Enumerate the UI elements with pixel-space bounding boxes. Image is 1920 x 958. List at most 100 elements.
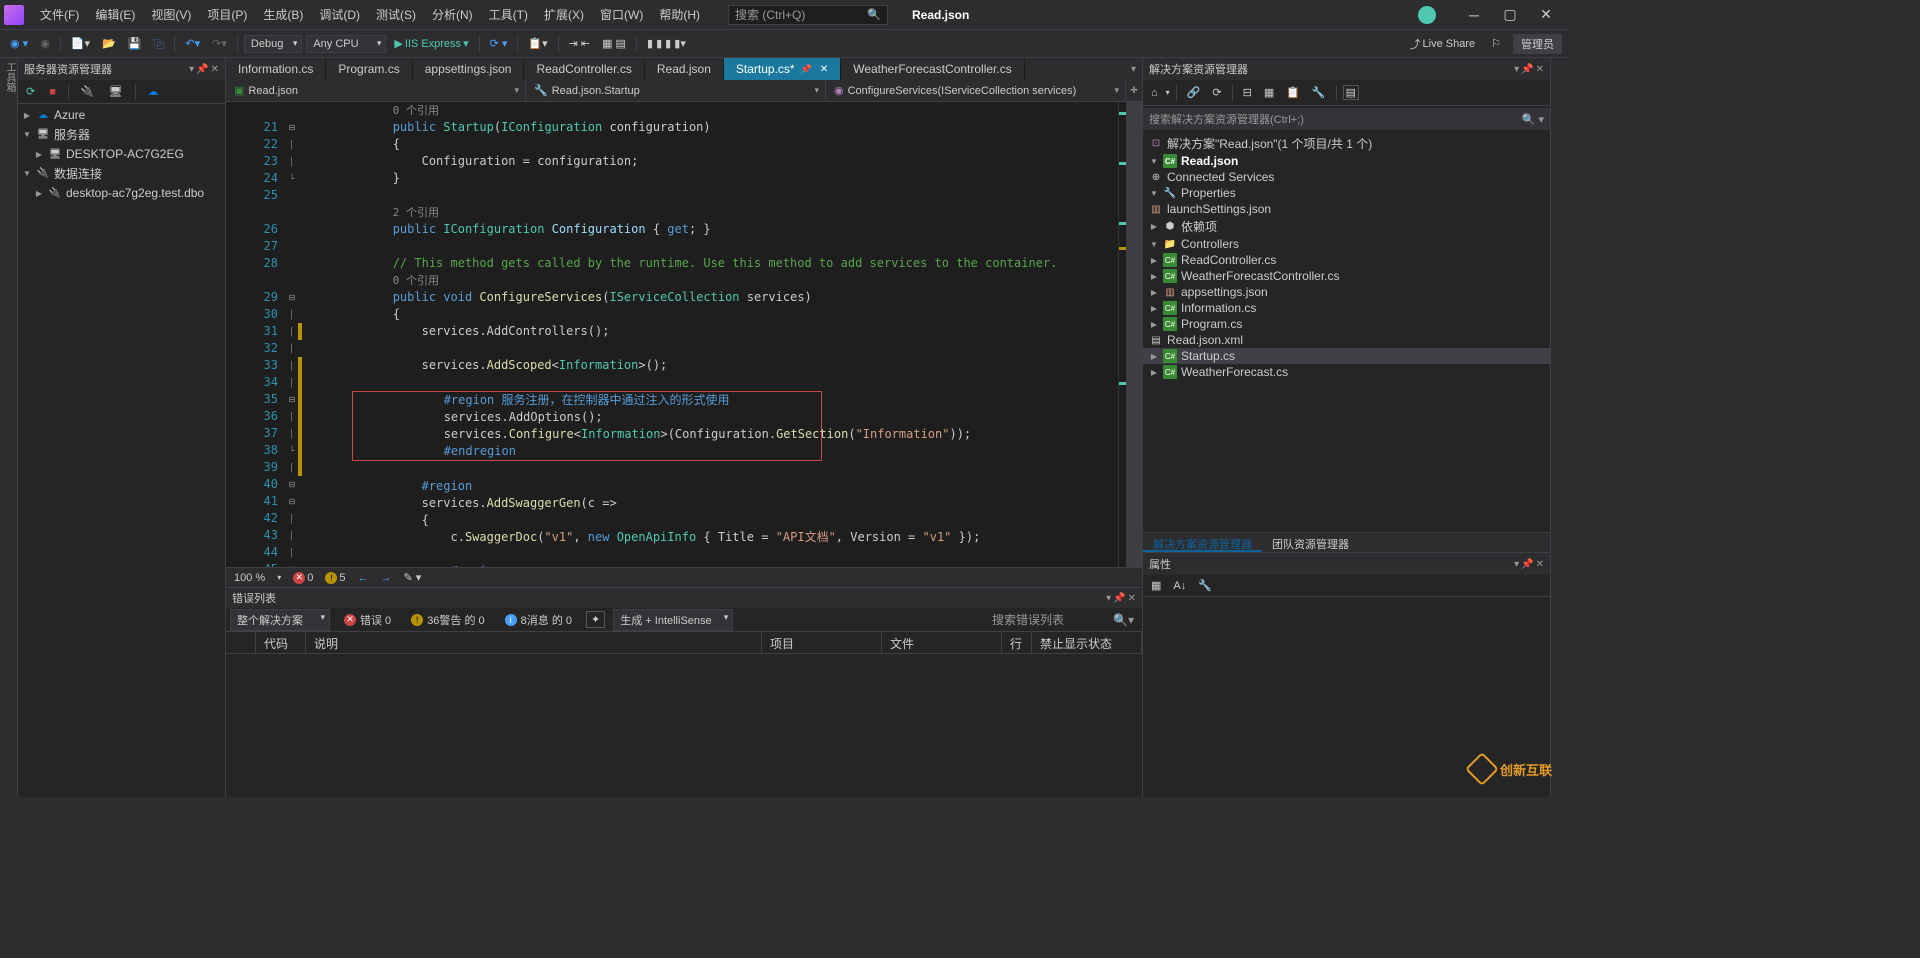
menu-tools[interactable]: 工具(T) (481, 2, 536, 27)
preview-icon[interactable]: ▤ (1343, 85, 1359, 100)
stop-icon[interactable]: ■ (45, 84, 60, 100)
db-connection-item[interactable]: ▶🔌desktop-ac7g2eg.test.dbo (18, 184, 225, 202)
menu-edit[interactable]: 编辑(E) (87, 2, 143, 27)
menu-help[interactable]: 帮助(H) (651, 2, 708, 27)
dropdown-icon[interactable]: ▾ (1514, 64, 1519, 75)
open-button[interactable]: 📂 (98, 35, 120, 52)
pin-icon[interactable]: 📌 (196, 64, 208, 75)
error-search-input[interactable]: 搜索错误列表🔍▾ (988, 611, 1138, 628)
menu-debug[interactable]: 调试(D) (311, 2, 368, 27)
readcontroller-item[interactable]: ▶C#ReadController.cs (1143, 252, 1550, 268)
appsettings-item[interactable]: ▶▥appsettings.json (1143, 284, 1550, 300)
servers-node[interactable]: ▼🖥服务器 (18, 124, 225, 145)
indent-buttons[interactable]: ⇥ ⇤ (565, 35, 595, 52)
dropdown-icon[interactable]: ▾ (1106, 593, 1111, 604)
redo-button[interactable]: ↷▾ (208, 35, 231, 52)
build-mode-dropdown[interactable]: 生成 + IntelliSense (613, 609, 733, 631)
tab-information[interactable]: Information.cs (226, 58, 326, 80)
bookmark-buttons[interactable]: ▮ ▮ ▮ ▮▾ (643, 35, 690, 52)
next-issue-icon[interactable]: → (380, 572, 391, 584)
errors-filter[interactable]: ✕错误 0 (338, 610, 397, 630)
prev-issue-icon[interactable]: ← (357, 572, 368, 584)
dropdown-icon[interactable]: ▾ (1514, 559, 1519, 570)
props-wrench-icon[interactable]: 🔧 (1194, 577, 1216, 594)
close-button[interactable]: ✕ (1536, 5, 1556, 25)
tab-appsettings[interactable]: appsettings.json (413, 58, 525, 80)
maximize-button[interactable]: ▢ (1500, 5, 1520, 25)
project-node[interactable]: ▼C#Read.json (1143, 153, 1550, 169)
col-suppress[interactable]: 禁止显示状态 (1032, 632, 1142, 653)
tool-icon-1[interactable]: 📋▾ (524, 35, 551, 52)
code-editor[interactable]: 2122232425 262728 293031323334 35363738 … (226, 102, 1142, 567)
save-all-button[interactable]: ⿻ (149, 34, 168, 54)
connected-services-node[interactable]: ⊕Connected Services (1143, 169, 1550, 185)
right-rail[interactable] (1550, 58, 1568, 797)
pin-tab-icon[interactable]: 📌 (801, 64, 812, 75)
feedback-icon[interactable]: ⚐ (1487, 35, 1505, 52)
menu-file[interactable]: 文件(F) (32, 2, 87, 27)
user-avatar-icon[interactable] (1418, 6, 1436, 24)
project-dropdown[interactable]: ▣Read.json (226, 80, 526, 101)
col-project[interactable]: 项目 (762, 632, 882, 653)
tab-overflow-icon[interactable]: ▾ (1131, 64, 1136, 75)
menu-extensions[interactable]: 扩展(X) (536, 2, 592, 27)
tab-readjson[interactable]: Read.json (645, 58, 724, 80)
solution-search-input[interactable]: 搜索解决方案资源管理器(Ctrl+;) 🔍 ▾ (1143, 108, 1550, 130)
menu-window[interactable]: 窗口(W) (592, 2, 651, 27)
properties-node[interactable]: ▼🔧Properties (1143, 185, 1550, 201)
close-icon[interactable]: ✕ (1536, 64, 1544, 75)
startup-item[interactable]: ▶C#Startup.cs (1143, 348, 1550, 364)
global-search-input[interactable]: 搜索 (Ctrl+Q) 🔍 (728, 5, 888, 25)
save-button[interactable]: 💾 (124, 35, 146, 52)
close-panel-icon[interactable]: ✕ (211, 64, 219, 75)
azure-node[interactable]: ▶☁Azure (18, 106, 225, 124)
split-icon[interactable]: ✛ (1126, 80, 1142, 101)
server-item[interactable]: ▶🖥DESKTOP-AC7G2EG (18, 145, 225, 163)
browser-link-button[interactable]: ⟳ ▾ (486, 35, 512, 52)
class-dropdown[interactable]: 🔧Read.json.Startup (526, 80, 826, 101)
pin-icon[interactable]: 📌 (1521, 64, 1533, 75)
alphabetical-icon[interactable]: A↓ (1169, 578, 1190, 594)
pin-icon[interactable]: 📌 (1113, 593, 1125, 604)
build-filter[interactable]: ✦ (586, 611, 605, 628)
forward-button[interactable]: ◉ (36, 35, 54, 52)
scope-dropdown[interactable]: 整个解决方案 (230, 609, 330, 631)
home-icon[interactable]: ⌂ (1147, 85, 1162, 101)
collapse-icon[interactable]: ⊟ (1239, 84, 1256, 101)
new-project-button[interactable]: 📄▾ (67, 35, 94, 52)
col-code[interactable]: 代码 (256, 632, 306, 653)
menu-test[interactable]: 测试(S) (368, 2, 424, 27)
tool-icon[interactable]: ✎ ▾ (403, 571, 421, 584)
platform-dropdown[interactable]: Any CPU (306, 35, 386, 53)
tab-program[interactable]: Program.cs (326, 58, 412, 80)
member-dropdown[interactable]: ◉ConfigureServices(IServiceCollection se… (826, 80, 1126, 101)
dropdown-icon[interactable]: ▾ (189, 64, 194, 75)
weathercontroller-item[interactable]: ▶C#WeatherForecastController.cs (1143, 268, 1550, 284)
comment-buttons[interactable]: ▦ ▤ (598, 35, 630, 52)
tab-startup[interactable]: Startup.cs*📌✕ (724, 58, 841, 80)
information-item[interactable]: ▶C#Information.cs (1143, 300, 1550, 316)
solution-explorer-tab[interactable]: 解决方案资源管理器 (1143, 533, 1262, 552)
team-explorer-tab[interactable]: 团队资源管理器 (1262, 533, 1359, 552)
menu-build[interactable]: 生成(B) (255, 2, 311, 27)
menu-view[interactable]: 视图(V) (143, 2, 199, 27)
categorize-icon[interactable]: ▦ (1147, 577, 1165, 594)
zoom-level[interactable]: 100 % (234, 572, 265, 584)
copy-icon[interactable]: 📋 (1282, 84, 1304, 101)
show-all-icon[interactable]: ▦ (1260, 84, 1278, 101)
launchsettings-item[interactable]: ▥launchSettings.json (1143, 201, 1550, 217)
col-file[interactable]: 文件 (882, 632, 1002, 653)
close-tab-icon[interactable]: ✕ (820, 64, 828, 75)
data-connections-node[interactable]: ▼🔌数据连接 (18, 163, 225, 184)
col-description[interactable]: 说明 (306, 632, 762, 653)
toolbox-rail[interactable]: 工具箱 (0, 58, 18, 797)
close-icon[interactable]: ✕ (1128, 593, 1136, 604)
azure-icon[interactable]: ☁ (144, 83, 163, 100)
tab-readcontroller[interactable]: ReadController.cs (524, 58, 644, 80)
properties-icon[interactable]: 🔧 (1308, 84, 1330, 101)
liveshare-button[interactable]: ⤴ Live Share (1406, 34, 1480, 54)
messages-filter[interactable]: i8消息 的 0 (499, 610, 578, 630)
server-icon[interactable]: 🖥 (105, 83, 127, 100)
sync-icon[interactable]: 🔗 (1183, 84, 1205, 101)
solution-node[interactable]: ⊡解决方案"Read.json"(1 个项目/共 1 个) (1143, 134, 1550, 153)
